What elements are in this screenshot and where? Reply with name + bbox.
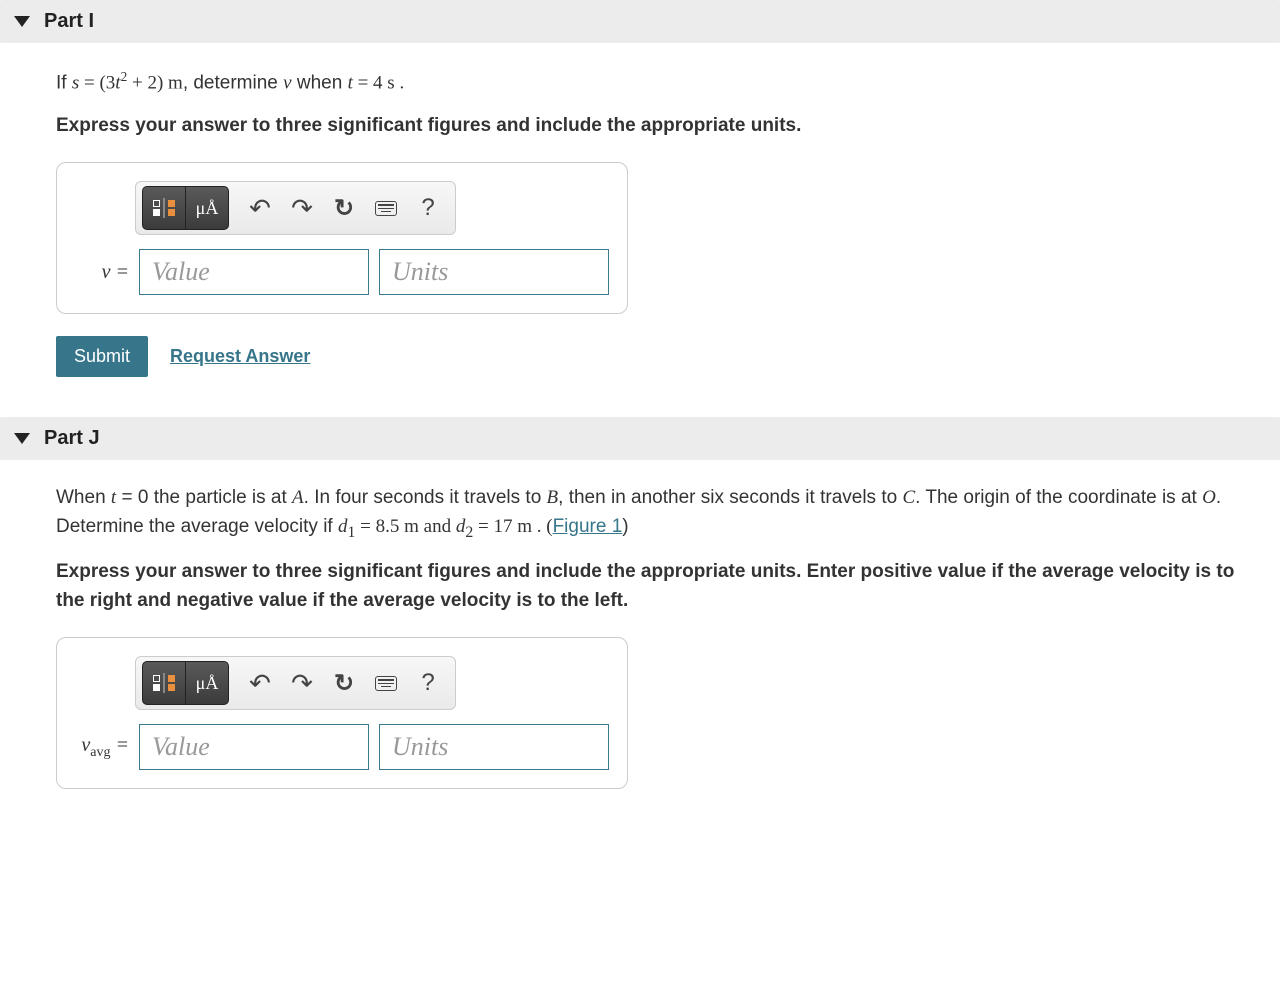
help-button[interactable]: ?: [407, 662, 449, 704]
text: ): [622, 516, 628, 537]
part-i-input-row: v = Value Units: [75, 249, 609, 295]
redo-button[interactable]: ↷: [281, 187, 323, 229]
reset-button[interactable]: ↻: [323, 662, 365, 704]
redo-icon: ↷: [291, 668, 313, 699]
text: = 4 s .: [353, 72, 404, 93]
text: when: [292, 72, 348, 93]
point-o: O: [1202, 487, 1216, 508]
units-input[interactable]: Units: [379, 724, 609, 770]
part-j-content: When t = 0 the particle is at A. In four…: [0, 460, 1280, 799]
value-input[interactable]: Value: [139, 724, 369, 770]
text: If: [56, 72, 72, 93]
point-b: B: [547, 487, 559, 508]
text: , then in another six seconds it travels…: [558, 487, 902, 508]
part-i-var-label: v =: [75, 261, 129, 284]
part-i-instruction: Express your answer to three significant…: [56, 112, 1280, 141]
help-icon: ?: [421, 194, 434, 222]
var-d2: d: [456, 516, 466, 537]
point-c: C: [902, 487, 915, 508]
chevron-down-icon: [14, 433, 30, 444]
request-answer-link[interactable]: Request Answer: [170, 346, 310, 367]
reset-icon: ↻: [334, 194, 354, 223]
redo-button[interactable]: ↷: [281, 662, 323, 704]
text: + 2): [127, 72, 168, 93]
unit: m: [168, 72, 183, 93]
keyboard-icon: [375, 201, 397, 216]
units-input[interactable]: Units: [379, 249, 609, 295]
text: = 0 the particle is at: [116, 487, 292, 508]
text: = 8.5 m and: [355, 516, 455, 537]
templates-button[interactable]: [142, 186, 186, 230]
figure-link[interactable]: Figure 1: [553, 516, 623, 537]
undo-icon: ↶: [249, 193, 271, 224]
part-j-var-label: vavg =: [75, 734, 129, 761]
submit-button[interactable]: Submit: [56, 336, 148, 377]
text: . The origin of the coordinate is at: [915, 487, 1202, 508]
part-i-answer-panel: μÅ ↶ ↷ ↻ ? v = Value Units: [56, 162, 628, 314]
text: . In four seconds it travels to: [304, 487, 547, 508]
special-chars-button[interactable]: μÅ: [186, 186, 229, 230]
keyboard-icon: [375, 676, 397, 691]
part-j-instruction: Express your answer to three significant…: [56, 558, 1236, 615]
help-icon: ?: [421, 669, 434, 697]
mu-a-label: μÅ: [196, 673, 219, 694]
value-input[interactable]: Value: [139, 249, 369, 295]
keyboard-button[interactable]: [365, 187, 407, 229]
text: , determine: [183, 72, 283, 93]
part-i-problem: If s = (3t2 + 2) m, determine v when t =…: [56, 67, 1280, 98]
part-j-answer-panel: μÅ ↶ ↷ ↻ ? vavg = Value Units: [56, 637, 628, 789]
templates-button[interactable]: [142, 661, 186, 705]
undo-button[interactable]: ↶: [239, 187, 281, 229]
reset-button[interactable]: ↻: [323, 187, 365, 229]
part-j-title: Part J: [44, 427, 100, 450]
part-j-input-row: vavg = Value Units: [75, 724, 609, 770]
chevron-down-icon: [14, 16, 30, 27]
undo-button[interactable]: ↶: [239, 662, 281, 704]
part-j-problem: When t = 0 the particle is at A. In four…: [56, 484, 1236, 544]
point-a: A: [292, 487, 304, 508]
mu-a-label: μÅ: [196, 198, 219, 219]
part-i-toolbar: μÅ ↶ ↷ ↻ ?: [135, 181, 456, 235]
var-v: v: [283, 72, 291, 93]
part-j-header[interactable]: Part J: [0, 417, 1280, 460]
part-j-toolbar: μÅ ↶ ↷ ↻ ?: [135, 656, 456, 710]
reset-icon: ↻: [334, 669, 354, 698]
special-chars-button[interactable]: μÅ: [186, 661, 229, 705]
part-i-submit-row: Submit Request Answer: [56, 336, 1280, 377]
text: (3: [99, 72, 115, 93]
text: =: [79, 72, 99, 93]
undo-icon: ↶: [249, 668, 271, 699]
text: = 17 m . (: [473, 516, 552, 537]
redo-icon: ↷: [291, 193, 313, 224]
keyboard-button[interactable]: [365, 662, 407, 704]
text: When: [56, 487, 111, 508]
part-i-header[interactable]: Part I: [0, 0, 1280, 43]
part-i-title: Part I: [44, 10, 94, 33]
part-i-content: If s = (3t2 + 2) m, determine v when t =…: [0, 43, 1280, 417]
help-button[interactable]: ?: [407, 187, 449, 229]
